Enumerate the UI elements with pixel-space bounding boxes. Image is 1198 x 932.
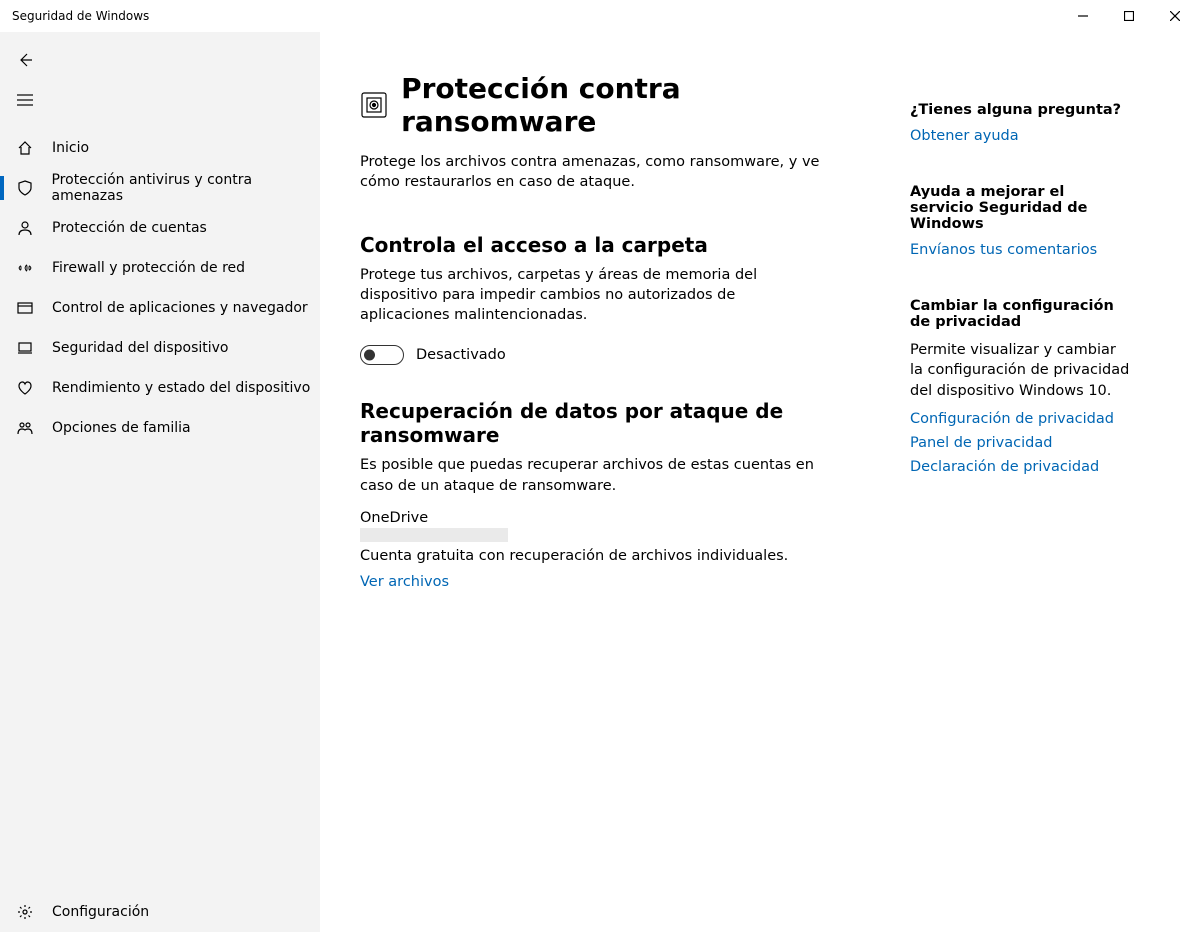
sidebar-item-virus-threat[interactable]: Protección antivirus y contra amenazas [0, 168, 320, 208]
sidebar-item-label: Inicio [52, 140, 89, 156]
sidebar-item-device-security[interactable]: Seguridad del dispositivo [0, 328, 320, 368]
section-desc-ransomware-recovery: Es posible que puedas recuperar archivos… [360, 455, 820, 496]
section-heading-ransomware-recovery: Recuperación de datos por ataque de rans… [360, 399, 870, 447]
content-area: Protección contra ransomware Protege los… [320, 32, 1198, 932]
page-title: Protección contra ransomware [401, 72, 870, 138]
folder-access-toggle[interactable] [360, 345, 404, 365]
sidebar-item-label: Configuración [52, 904, 149, 920]
sidebar-item-label: Rendimiento y estado del dispositivo [52, 380, 310, 396]
maximize-button[interactable] [1106, 0, 1152, 32]
account-desc: Cuenta gratuita con recuperación de arch… [360, 548, 870, 564]
titlebar: Seguridad de Windows [0, 0, 1198, 32]
minimize-button[interactable] [1060, 0, 1106, 32]
sidebar-item-app-browser[interactable]: Control de aplicaciones y navegador [0, 288, 320, 328]
aside-help-heading: ¿Tienes alguna pregunta? [910, 102, 1130, 118]
sidebar-item-label: Control de aplicaciones y navegador [52, 300, 308, 316]
person-icon [16, 220, 34, 236]
account-email-redacted [360, 528, 508, 542]
close-button[interactable] [1152, 0, 1198, 32]
sidebar-item-account-protection[interactable]: Protección de cuentas [0, 208, 320, 248]
sidebar-item-label: Protección antivirus y contra amenazas [51, 172, 320, 204]
send-feedback-link[interactable]: Envíanos tus comentarios [910, 242, 1130, 258]
home-icon [16, 140, 34, 156]
privacy-dashboard-link[interactable]: Panel de privacidad [910, 435, 1130, 451]
sidebar-item-label: Opciones de familia [52, 420, 191, 436]
section-heading-folder-access: Controla el acceso a la carpeta [360, 233, 870, 257]
aside-privacy-desc: Permite visualizar y cambiar la configur… [910, 340, 1130, 401]
app-window-icon [16, 300, 34, 316]
network-icon [16, 260, 34, 276]
family-icon [16, 420, 34, 436]
privacy-statement-link[interactable]: Declaración de privacidad [910, 459, 1130, 475]
device-icon [16, 340, 34, 356]
privacy-settings-link[interactable]: Configuración de privacidad [910, 411, 1130, 427]
sidebar-item-home[interactable]: Inicio [0, 128, 320, 168]
sidebar-item-label: Protección de cuentas [52, 220, 207, 236]
hamburger-button[interactable] [0, 80, 320, 120]
account-name: OneDrive [360, 510, 870, 526]
aside-privacy-heading: Cambiar la configuración de privacidad [910, 298, 1130, 330]
view-files-link[interactable]: Ver archivos [360, 574, 449, 590]
sidebar-item-label: Seguridad del dispositivo [52, 340, 228, 356]
window-title: Seguridad de Windows [12, 9, 1060, 23]
section-desc-folder-access: Protege tus archivos, carpetas y áreas d… [360, 265, 820, 326]
sidebar-item-device-health[interactable]: Rendimiento y estado del dispositivo [0, 368, 320, 408]
gear-icon [16, 904, 34, 920]
page-lead: Protege los archivos contra amenazas, co… [360, 152, 820, 193]
heart-icon [16, 380, 34, 396]
get-help-link[interactable]: Obtener ayuda [910, 128, 1130, 144]
toggle-state-label: Desactivado [416, 347, 506, 363]
sidebar-item-settings[interactable]: Configuración [0, 892, 320, 932]
sidebar-item-family[interactable]: Opciones de familia [0, 408, 320, 448]
aside-feedback-heading: Ayuda a mejorar el servicio Seguridad de… [910, 184, 1130, 232]
sidebar: Inicio Protección antivirus y contra ame… [0, 32, 320, 932]
shield-icon [16, 180, 33, 196]
sidebar-item-label: Firewall y protección de red [52, 260, 245, 276]
back-button[interactable] [0, 40, 320, 80]
sidebar-item-firewall[interactable]: Firewall y protección de red [0, 248, 320, 288]
ransomware-icon [360, 91, 387, 119]
